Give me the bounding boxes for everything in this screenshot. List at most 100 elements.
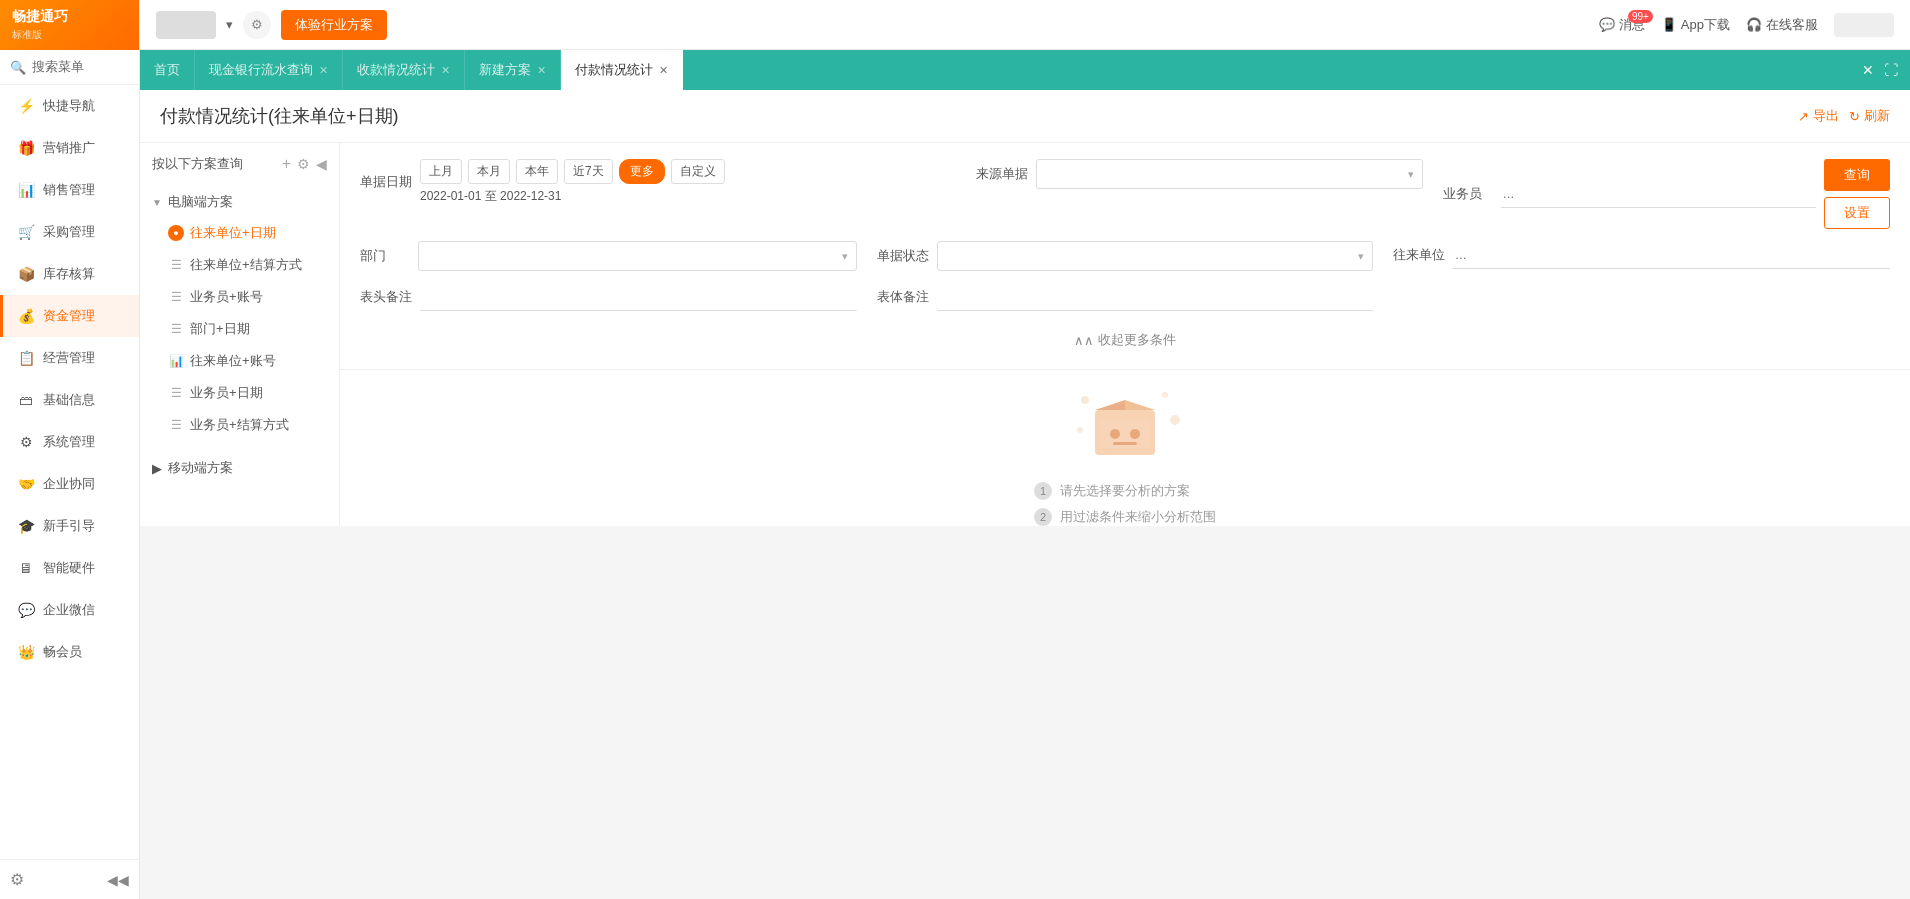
source-doc-select[interactable]: ▾ <box>1036 159 1423 189</box>
result-area: 1 请先选择要分析的方案 2 用过滤条件来缩小分析范围 <box>340 370 1910 526</box>
sidebar: 畅捷通巧 标准版 🔍 搜索菜单 ⚡ 快捷导航 🎁 营销推广 📊 销售管理 🛒 <box>0 0 140 899</box>
tab-receipt-stat-close[interactable]: ✕ <box>441 64 450 77</box>
tab-cash-flow-close[interactable]: ✕ <box>319 64 328 77</box>
table-header-note-input[interactable] <box>420 283 857 311</box>
scheme-icon: ☰ <box>168 289 184 305</box>
company-dropdown[interactable]: ▾ <box>226 17 233 32</box>
mobile-scheme-group: ▶ 移动端方案 <box>140 447 339 489</box>
tab-payment-stat[interactable]: 付款情况统计 ✕ <box>561 50 683 90</box>
sidebar-item-quick-nav[interactable]: ⚡ 快捷导航 <box>0 85 139 127</box>
sidebar-item-label: 采购管理 <box>43 223 95 241</box>
sidebar-item-smart-hw[interactable]: 🖥 智能硬件 <box>0 547 139 589</box>
staff-label: 业务员 <box>1443 185 1493 203</box>
collapse-more-btn[interactable]: ∧∧ 收起更多条件 <box>1074 331 1176 349</box>
online-service-btn[interactable]: 🎧 在线客服 <box>1746 16 1818 34</box>
sidebar-item-sales[interactable]: 📊 销售管理 <box>0 169 139 211</box>
scheme-settings-btn[interactable]: ⚙ <box>297 156 310 172</box>
settings-btn-top[interactable]: ⚙ <box>243 11 271 39</box>
right-panel: 单据日期 上月 本月 本年 近7天 更多 自定义 <box>340 143 1910 526</box>
user-avatar[interactable] <box>1834 13 1894 37</box>
empty-hints: 1 请先选择要分析的方案 2 用过滤条件来缩小分析范围 <box>1034 482 1216 526</box>
tab-new-scheme-close[interactable]: ✕ <box>537 64 546 77</box>
active-scheme-icon: ● <box>168 225 184 241</box>
app-icon: 📱 <box>1661 17 1677 32</box>
page-title: 付款情况统计(往来单位+日期) <box>160 104 399 128</box>
sidebar-item-sys-mgmt[interactable]: ⚙ 系统管理 <box>0 421 139 463</box>
tab-cash-flow[interactable]: 现金银行流水查询 ✕ <box>195 50 343 90</box>
scheme-item-staff-settle[interactable]: ☰ 业务员+结算方式 <box>140 409 339 441</box>
filter-action-buttons: 查询 设置 <box>1824 159 1890 229</box>
table-body-note-input[interactable] <box>937 283 1374 311</box>
date-btn-this-year[interactable]: 本年 <box>516 159 558 184</box>
scheme-panel-header: 按以下方案查询 + ⚙ ◀ <box>140 155 339 181</box>
doc-status-arrow: ▾ <box>1358 250 1364 263</box>
doc-status-label: 单据状态 <box>877 247 929 265</box>
sidebar-item-new-guide[interactable]: 🎓 新手引导 <box>0 505 139 547</box>
scheme-collapse-btn[interactable]: ◀ <box>316 156 327 172</box>
sidebar-item-member[interactable]: 👑 畅会员 <box>0 631 139 673</box>
empty-hint-2: 2 用过滤条件来缩小分析范围 <box>1034 508 1216 526</box>
tab-home[interactable]: 首页 <box>140 50 195 90</box>
scheme-item-staff-account[interactable]: ☰ 业务员+账号 <box>140 281 339 313</box>
sidebar-item-finance[interactable]: 💰 资金管理 <box>0 295 139 337</box>
export-btn[interactable]: ↗ 导出 <box>1798 107 1839 125</box>
refresh-btn[interactable]: ↻ 刷新 <box>1849 107 1890 125</box>
service-icon: 🎧 <box>1746 17 1762 32</box>
sidebar-item-inventory[interactable]: 📦 库存核算 <box>0 253 139 295</box>
settings-btn[interactable]: 设置 <box>1824 197 1890 229</box>
sidebar-item-corp-collab[interactable]: 🤝 企业协同 <box>0 463 139 505</box>
sidebar-item-basic-info[interactable]: 🗃 基础信息 <box>0 379 139 421</box>
empty-illustration <box>1065 370 1185 470</box>
scheme-item-staff-date[interactable]: ☰ 业务员+日期 <box>140 377 339 409</box>
query-btn[interactable]: 查询 <box>1824 159 1890 191</box>
scheme-item-partner-date[interactable]: ● 往来单位+日期 <box>140 217 339 249</box>
filter-source-doc: 来源单据 ▾ <box>976 159 1423 189</box>
scheme-item-label: 业务员+结算方式 <box>190 416 289 434</box>
date-btn-last-month[interactable]: 上月 <box>420 159 462 184</box>
sidebar-item-label: 畅会员 <box>43 643 82 661</box>
partner-input[interactable] <box>1453 241 1890 269</box>
company-avatar <box>156 11 216 39</box>
scheme-item-dept-date[interactable]: ☰ 部门+日期 <box>140 313 339 345</box>
date-btn-last-7[interactable]: 近7天 <box>564 159 613 184</box>
app-download-btn[interactable]: 📱 App下载 <box>1661 16 1730 34</box>
staff-input[interactable] <box>1501 180 1816 208</box>
sidebar-item-label: 企业微信 <box>43 601 95 619</box>
desktop-group-arrow: ▼ <box>152 197 162 208</box>
tab-maximize-icon[interactable]: ⛶ <box>1884 62 1898 78</box>
sidebar-item-marketing[interactable]: 🎁 营销推广 <box>0 127 139 169</box>
try-industry-btn[interactable]: 体验行业方案 <box>281 10 387 40</box>
content-area: 付款情况统计(往来单位+日期) ↗ 导出 ↻ 刷新 按 <box>140 90 1910 899</box>
mobile-group-title[interactable]: ▶ 移动端方案 <box>140 453 339 483</box>
tab-close-all-icon[interactable]: ✕ <box>1862 62 1874 78</box>
sidebar-item-operation[interactable]: 📋 经营管理 <box>0 337 139 379</box>
sidebar-search-label: 搜索菜单 <box>32 58 84 76</box>
notifications-btn[interactable]: 💬 消息 99+ <box>1599 16 1645 34</box>
desktop-scheme-group-title[interactable]: ▼ 电脑端方案 <box>140 187 339 217</box>
dept-select[interactable]: ▾ <box>418 241 857 271</box>
sidebar-settings-icon[interactable]: ⚙ <box>10 870 24 889</box>
filter-date-item: 单据日期 上月 本月 本年 近7天 更多 自定义 <box>360 159 956 205</box>
tab-new-scheme[interactable]: 新建方案 ✕ <box>465 50 561 90</box>
purchase-icon: 🛒 <box>17 223 35 241</box>
date-btn-this-month[interactable]: 本月 <box>468 159 510 184</box>
scheme-icon: ☰ <box>168 385 184 401</box>
doc-status-select[interactable]: ▾ <box>937 241 1374 271</box>
tab-receipt-stat[interactable]: 收款情况统计 ✕ <box>343 50 465 90</box>
sidebar-item-purchase[interactable]: 🛒 采购管理 <box>0 211 139 253</box>
tab-payment-stat-close[interactable]: ✕ <box>659 64 668 77</box>
scheme-add-btn[interactable]: + <box>282 155 291 173</box>
date-btn-custom[interactable]: 自定义 <box>671 159 725 184</box>
sidebar-item-corp-wechat[interactable]: 💬 企业微信 <box>0 589 139 631</box>
scheme-item-partner-settle[interactable]: ☰ 往来单位+结算方式 <box>140 249 339 281</box>
corp-collab-icon: 🤝 <box>17 475 35 493</box>
scheme-item-partner-account[interactable]: 📊 往来单位+账号 <box>140 345 339 377</box>
date-btn-more[interactable]: 更多 <box>619 159 665 184</box>
refresh-icon: ↻ <box>1849 109 1860 124</box>
svg-point-7 <box>1081 396 1089 404</box>
scheme-item-label: 往来单位+日期 <box>190 224 276 242</box>
filter-row-3: 表头备注 表体备注 <box>360 283 1890 311</box>
sidebar-search[interactable]: 🔍 搜索菜单 <box>0 50 139 85</box>
sidebar-collapse-icon[interactable]: ◀◀ <box>107 872 129 888</box>
scheme-item-label: 往来单位+账号 <box>190 352 276 370</box>
